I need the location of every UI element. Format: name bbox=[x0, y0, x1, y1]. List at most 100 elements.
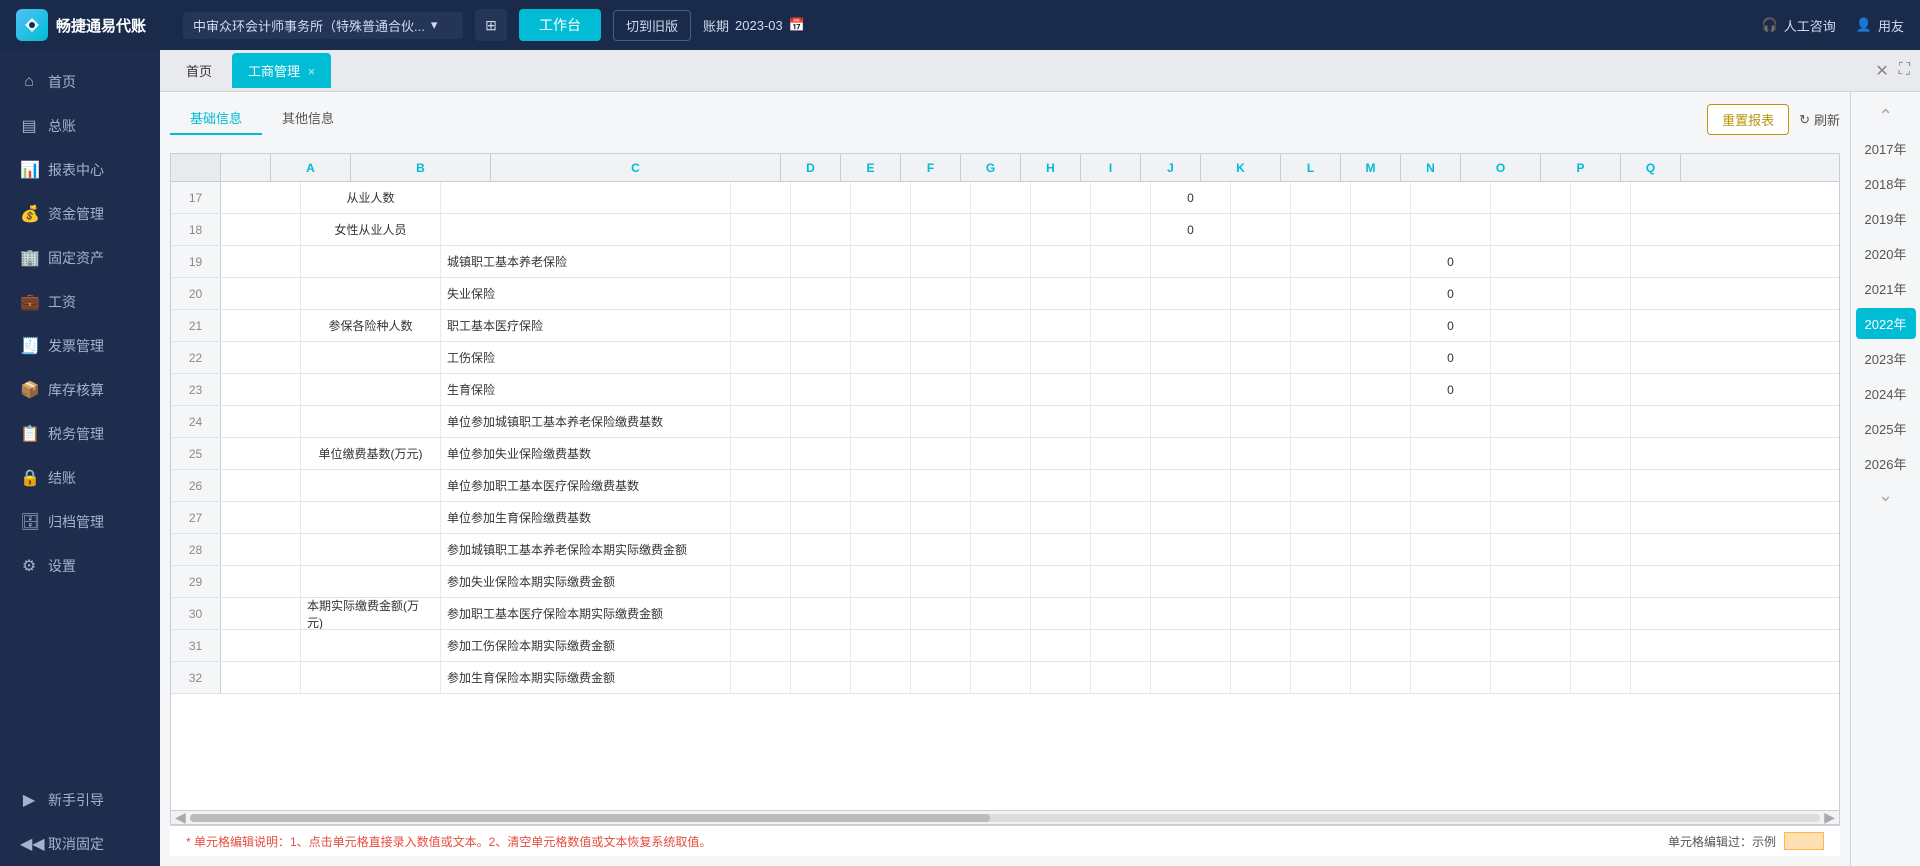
cell-20-j[interactable] bbox=[1091, 278, 1151, 309]
cell-17-o[interactable] bbox=[1411, 182, 1491, 213]
h-scroll-thumb[interactable] bbox=[190, 814, 990, 822]
year-item-2018[interactable]: 2018年 bbox=[1856, 168, 1916, 199]
cell-18-l[interactable] bbox=[1231, 214, 1291, 245]
cell-30-e[interactable] bbox=[791, 598, 851, 629]
col-header-n[interactable]: N bbox=[1401, 154, 1461, 181]
cell-20-p[interactable] bbox=[1491, 278, 1571, 309]
cell-29-j[interactable] bbox=[1091, 566, 1151, 597]
cell-18-d[interactable] bbox=[731, 214, 791, 245]
col-header-m[interactable]: M bbox=[1341, 154, 1401, 181]
cell-17-m[interactable] bbox=[1291, 182, 1351, 213]
cell-28-e[interactable] bbox=[791, 534, 851, 565]
cell-22-n[interactable] bbox=[1351, 342, 1411, 373]
cell-17-e[interactable] bbox=[791, 182, 851, 213]
cell-32-q[interactable] bbox=[1571, 662, 1631, 693]
col-header-c[interactable]: C bbox=[491, 154, 781, 181]
cell-29-f[interactable] bbox=[851, 566, 911, 597]
cell-26-d[interactable] bbox=[731, 470, 791, 501]
cell-22-b[interactable] bbox=[301, 342, 441, 373]
cell-31-p[interactable] bbox=[1491, 630, 1571, 661]
cell-31-c[interactable]: 参加工伤保险本期实际缴费金额 bbox=[441, 630, 731, 661]
cell-20-m[interactable] bbox=[1291, 278, 1351, 309]
cell-26-m[interactable] bbox=[1291, 470, 1351, 501]
cell-26-l[interactable] bbox=[1231, 470, 1291, 501]
cell-18-q[interactable] bbox=[1571, 214, 1631, 245]
cell-25-f[interactable] bbox=[851, 438, 911, 469]
cell-28-k[interactable] bbox=[1151, 534, 1231, 565]
cell-24-m[interactable] bbox=[1291, 406, 1351, 437]
cell-24-g[interactable] bbox=[911, 406, 971, 437]
cell-18-k[interactable]: 0 bbox=[1151, 214, 1231, 245]
cell-25-j[interactable] bbox=[1091, 438, 1151, 469]
year-item-2024[interactable]: 2024年 bbox=[1856, 378, 1916, 409]
cell-31-a[interactable] bbox=[221, 630, 301, 661]
col-header-l[interactable]: L bbox=[1281, 154, 1341, 181]
year-item-2021[interactable]: 2021年 bbox=[1856, 273, 1916, 304]
cell-22-o[interactable]: 0 bbox=[1411, 342, 1491, 373]
cell-23-j[interactable] bbox=[1091, 374, 1151, 405]
cell-23-p[interactable] bbox=[1491, 374, 1571, 405]
cell-32-a[interactable] bbox=[221, 662, 301, 693]
sidebar-item-capital[interactable]: 💰 资金管理 bbox=[0, 192, 160, 236]
cell-22-m[interactable] bbox=[1291, 342, 1351, 373]
calendar-icon[interactable]: 📅 bbox=[789, 17, 805, 33]
year-item-2026[interactable]: 2026年 bbox=[1856, 448, 1916, 479]
cell-19-q[interactable] bbox=[1571, 246, 1631, 277]
cell-24-n[interactable] bbox=[1351, 406, 1411, 437]
user-label[interactable]: 用友 bbox=[1878, 16, 1904, 35]
cell-17-p[interactable] bbox=[1491, 182, 1571, 213]
cell-28-l[interactable] bbox=[1231, 534, 1291, 565]
cell-30-o[interactable] bbox=[1411, 598, 1491, 629]
sidebar-item-archive[interactable]: 🗄 归档管理 bbox=[0, 500, 160, 544]
col-header-d[interactable]: D bbox=[781, 154, 841, 181]
cell-23-d[interactable] bbox=[731, 374, 791, 405]
cell-25-h[interactable] bbox=[971, 438, 1031, 469]
cell-23-n[interactable] bbox=[1351, 374, 1411, 405]
cell-26-e[interactable] bbox=[791, 470, 851, 501]
cell-20-o[interactable]: 0 bbox=[1411, 278, 1491, 309]
cell-21-f[interactable] bbox=[851, 310, 911, 341]
cell-25-q[interactable] bbox=[1571, 438, 1631, 469]
cell-24-d[interactable] bbox=[731, 406, 791, 437]
cell-23-g[interactable] bbox=[911, 374, 971, 405]
cell-27-p[interactable] bbox=[1491, 502, 1571, 533]
cell-23-c[interactable]: 生育保险 bbox=[441, 374, 731, 405]
col-header-h[interactable]: H bbox=[1021, 154, 1081, 181]
cell-25-a[interactable] bbox=[221, 438, 301, 469]
sub-tab-basic[interactable]: 基础信息 bbox=[170, 102, 262, 135]
cell-32-d[interactable] bbox=[731, 662, 791, 693]
cell-21-o[interactable]: 0 bbox=[1411, 310, 1491, 341]
cell-29-e[interactable] bbox=[791, 566, 851, 597]
cell-18-j[interactable] bbox=[1091, 214, 1151, 245]
cell-23-f[interactable] bbox=[851, 374, 911, 405]
cell-26-k[interactable] bbox=[1151, 470, 1231, 501]
cell-27-d[interactable] bbox=[731, 502, 791, 533]
cell-30-j[interactable] bbox=[1091, 598, 1151, 629]
cell-18-p[interactable] bbox=[1491, 214, 1571, 245]
cell-26-h[interactable] bbox=[971, 470, 1031, 501]
cell-21-a[interactable] bbox=[221, 310, 301, 341]
cell-25-d[interactable] bbox=[731, 438, 791, 469]
cell-26-i[interactable] bbox=[1031, 470, 1091, 501]
cell-32-m[interactable] bbox=[1291, 662, 1351, 693]
cell-25-o[interactable] bbox=[1411, 438, 1491, 469]
cell-25-k[interactable] bbox=[1151, 438, 1231, 469]
cell-29-o[interactable] bbox=[1411, 566, 1491, 597]
cell-19-f[interactable] bbox=[851, 246, 911, 277]
col-header-q[interactable]: Q bbox=[1621, 154, 1681, 181]
cell-25-e[interactable] bbox=[791, 438, 851, 469]
cell-29-i[interactable] bbox=[1031, 566, 1091, 597]
cell-30-l[interactable] bbox=[1231, 598, 1291, 629]
cell-28-f[interactable] bbox=[851, 534, 911, 565]
cell-20-e[interactable] bbox=[791, 278, 851, 309]
cell-22-a[interactable] bbox=[221, 342, 301, 373]
cell-29-p[interactable] bbox=[1491, 566, 1571, 597]
cell-18-m[interactable] bbox=[1291, 214, 1351, 245]
cell-29-c[interactable]: 参加失业保险本期实际缴费金额 bbox=[441, 566, 731, 597]
cell-29-k[interactable] bbox=[1151, 566, 1231, 597]
cell-20-g[interactable] bbox=[911, 278, 971, 309]
cell-19-n[interactable] bbox=[1351, 246, 1411, 277]
cell-19-p[interactable] bbox=[1491, 246, 1571, 277]
tab-home[interactable]: 首页 bbox=[170, 53, 228, 88]
cell-22-h[interactable] bbox=[971, 342, 1031, 373]
